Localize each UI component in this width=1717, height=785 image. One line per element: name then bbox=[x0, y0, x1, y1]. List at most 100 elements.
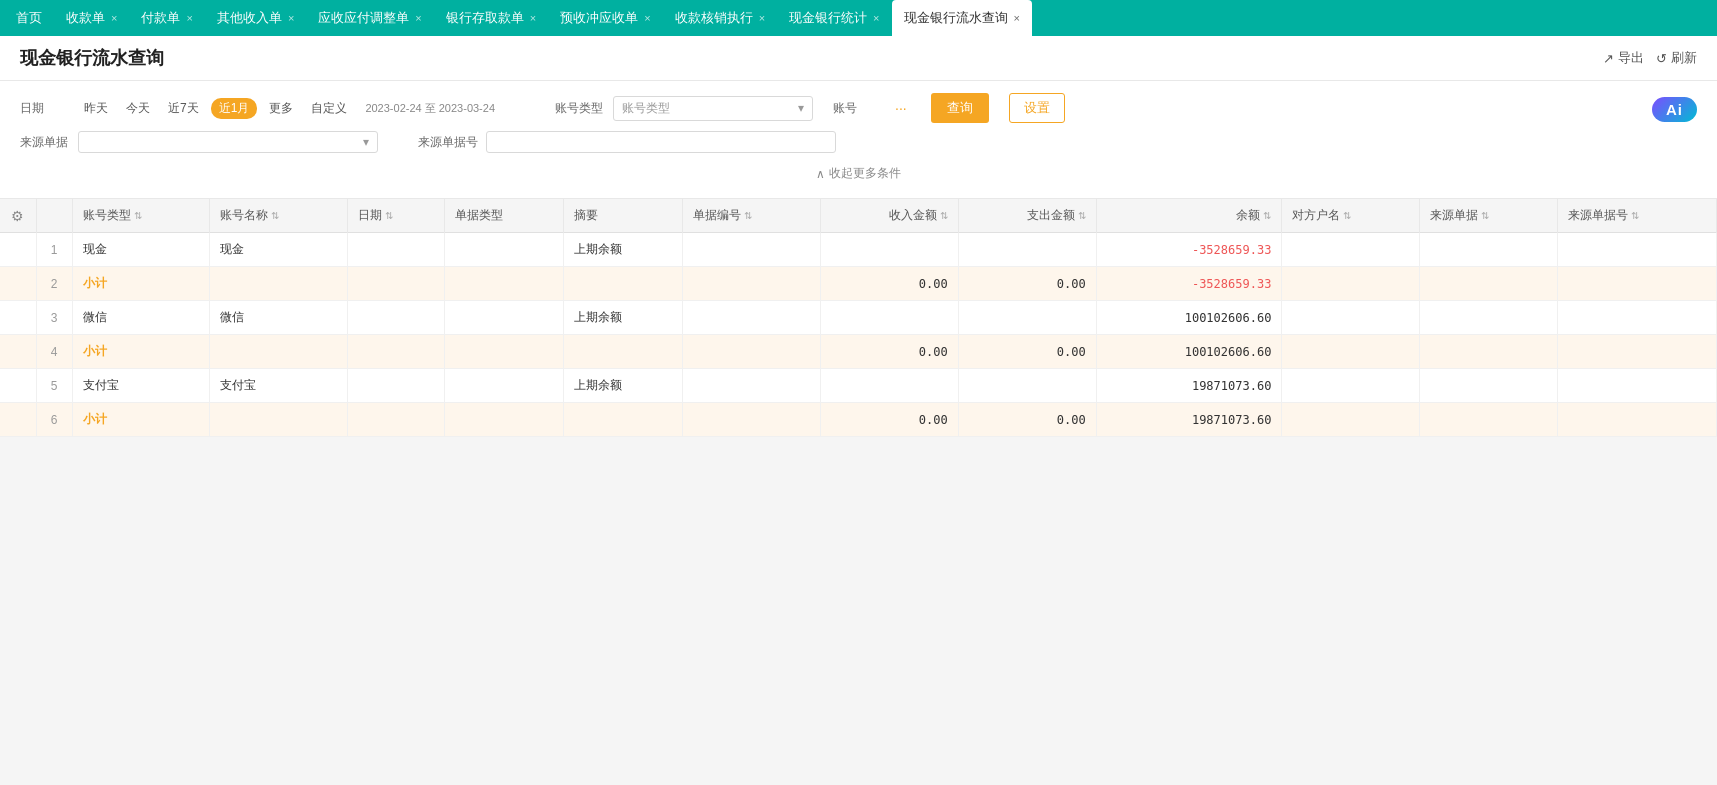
refresh-icon: ↺ bbox=[1656, 51, 1667, 66]
date-option[interactable]: 昨天 bbox=[78, 98, 114, 119]
close-tab-icon[interactable]: × bbox=[186, 12, 192, 24]
balance-col-header[interactable]: 余额⇅ bbox=[1096, 199, 1282, 233]
summary-cell: 上期余额 bbox=[563, 233, 682, 267]
account-type-placeholder: 账号类型 bbox=[622, 100, 670, 117]
close-tab-icon[interactable]: × bbox=[644, 12, 650, 24]
account-type-col-header[interactable]: 账号类型⇅ bbox=[72, 199, 210, 233]
page-header: 现金银行流水查询 ↗ 导出 ↺ 刷新 bbox=[0, 36, 1717, 81]
account-name-cell: 现金 bbox=[210, 233, 348, 267]
sort-icon: ⇅ bbox=[1631, 210, 1639, 221]
row-settings-cell bbox=[0, 369, 36, 403]
doc-num-cell bbox=[682, 267, 820, 301]
account-type-cell: 小计 bbox=[72, 335, 210, 369]
settings-button[interactable]: 设置 bbox=[1009, 93, 1065, 123]
settings-col-header[interactable]: ⚙ bbox=[0, 199, 36, 233]
source-doc-cell bbox=[1420, 403, 1558, 437]
date-option[interactable]: 今天 bbox=[120, 98, 156, 119]
date-option[interactable]: 自定义 bbox=[305, 98, 353, 119]
account-type-cell: 小计 bbox=[72, 403, 210, 437]
date-option[interactable]: 更多 bbox=[263, 98, 299, 119]
close-tab-icon[interactable]: × bbox=[415, 12, 421, 24]
expense-col-header[interactable]: 支出金额⇅ bbox=[958, 199, 1096, 233]
doc-num-cell bbox=[682, 335, 820, 369]
query-button[interactable]: 查询 bbox=[931, 93, 989, 123]
nav-tab[interactable]: 应收应付调整单× bbox=[306, 0, 433, 36]
account-type-label: 账号类型 bbox=[555, 100, 605, 117]
account-type-cell: 支付宝 bbox=[72, 369, 210, 403]
balance-cell: -3528659.33 bbox=[1096, 233, 1282, 267]
income-col-header[interactable]: 收入金额⇅ bbox=[820, 199, 958, 233]
row-settings-cell bbox=[0, 403, 36, 437]
filter-area: 日期 昨天今天近7天近1月更多自定义 2023-02-24 至 2023-03-… bbox=[0, 81, 1717, 199]
close-tab-icon[interactable]: × bbox=[111, 12, 117, 24]
export-button[interactable]: ↗ 导出 bbox=[1603, 49, 1644, 67]
doc-type-cell bbox=[444, 267, 563, 301]
close-tab-icon[interactable]: × bbox=[288, 12, 294, 24]
sort-icon: ⇅ bbox=[1078, 210, 1086, 221]
ai-badge[interactable]: Ai bbox=[1652, 97, 1697, 122]
table-header-row: ⚙ 账号类型⇅ 账号名称⇅ 日期⇅ 单据类型 摘要 单据编号⇅ 收入金 bbox=[0, 199, 1717, 233]
nav-tab[interactable]: 预收冲应收单× bbox=[548, 0, 662, 36]
doc-type-cell bbox=[444, 301, 563, 335]
nav-tab[interactable]: 收款核销执行× bbox=[663, 0, 777, 36]
counterpart-cell bbox=[1282, 335, 1420, 369]
source-doc-num-cell bbox=[1558, 403, 1717, 437]
account-type-select[interactable]: 账号类型 ▾ bbox=[613, 96, 813, 121]
source-doc-select[interactable]: ▾ bbox=[78, 131, 378, 153]
nav-tab[interactable]: 付款单× bbox=[129, 0, 204, 36]
income-cell: 0.00 bbox=[820, 335, 958, 369]
refresh-button[interactable]: ↺ 刷新 bbox=[1656, 49, 1697, 67]
date-option[interactable]: 近1月 bbox=[211, 98, 258, 119]
source-doc-num-col-header[interactable]: 来源单据号⇅ bbox=[1558, 199, 1717, 233]
source-doc-cell bbox=[1420, 335, 1558, 369]
balance-cell: 19871073.60 bbox=[1096, 403, 1282, 437]
source-doc-cell bbox=[1420, 233, 1558, 267]
date-cell bbox=[348, 335, 445, 369]
nav-tab[interactable]: 其他收入单× bbox=[205, 0, 306, 36]
sort-icon: ⇅ bbox=[1481, 210, 1489, 221]
row-settings-cell bbox=[0, 335, 36, 369]
nav-home[interactable]: 首页 bbox=[4, 9, 54, 27]
header-actions: ↗ 导出 ↺ 刷新 bbox=[1603, 49, 1697, 67]
source-doc-col-header[interactable]: 来源单据⇅ bbox=[1420, 199, 1558, 233]
filter-row-2: 来源单据 ▾ 来源单据号 bbox=[20, 131, 1697, 153]
close-tab-icon[interactable]: × bbox=[873, 12, 879, 24]
doc-num-cell bbox=[682, 301, 820, 335]
doc-type-cell bbox=[444, 335, 563, 369]
account-name-col-header[interactable]: 账号名称⇅ bbox=[210, 199, 348, 233]
page-title: 现金银行流水查询 bbox=[20, 46, 164, 70]
account-ellipsis-button[interactable]: ··· bbox=[891, 100, 911, 116]
nav-tab[interactable]: 现金银行统计× bbox=[777, 0, 891, 36]
doc-num-cell bbox=[682, 369, 820, 403]
close-tab-icon[interactable]: × bbox=[530, 12, 536, 24]
account-label: 账号 bbox=[833, 100, 883, 117]
source-doc-num-input[interactable] bbox=[486, 131, 836, 153]
close-tab-icon[interactable]: × bbox=[759, 12, 765, 24]
counterpart-cell bbox=[1282, 369, 1420, 403]
table-row: 5支付宝支付宝上期余额19871073.60 bbox=[0, 369, 1717, 403]
close-tab-icon[interactable]: × bbox=[1014, 12, 1020, 24]
table-row: 4小计0.000.00100102606.60 bbox=[0, 335, 1717, 369]
balance-cell: 100102606.60 bbox=[1096, 335, 1282, 369]
row-number: 6 bbox=[36, 403, 72, 437]
date-col-header[interactable]: 日期⇅ bbox=[348, 199, 445, 233]
rownum-col-header bbox=[36, 199, 72, 233]
income-cell bbox=[820, 369, 958, 403]
nav-tab[interactable]: 收款单× bbox=[54, 0, 129, 36]
row-settings-cell bbox=[0, 301, 36, 335]
collapse-button[interactable]: ∧ 收起更多条件 bbox=[20, 161, 1697, 186]
nav-tab[interactable]: 银行存取款单× bbox=[434, 0, 548, 36]
source-doc-num-label: 来源单据号 bbox=[418, 134, 478, 151]
counterpart-col-header[interactable]: 对方户名⇅ bbox=[1282, 199, 1420, 233]
source-doc-num-filter: 来源单据号 bbox=[418, 131, 836, 153]
summary-col-header: 摘要 bbox=[563, 199, 682, 233]
summary-cell bbox=[563, 267, 682, 301]
account-name-cell bbox=[210, 267, 348, 301]
income-cell: 0.00 bbox=[820, 403, 958, 437]
account-name-cell bbox=[210, 335, 348, 369]
income-cell bbox=[820, 233, 958, 267]
source-doc-num-cell bbox=[1558, 301, 1717, 335]
doc-num-col-header[interactable]: 单据编号⇅ bbox=[682, 199, 820, 233]
date-option[interactable]: 近7天 bbox=[162, 98, 205, 119]
nav-tab[interactable]: 现金银行流水查询× bbox=[892, 0, 1032, 36]
